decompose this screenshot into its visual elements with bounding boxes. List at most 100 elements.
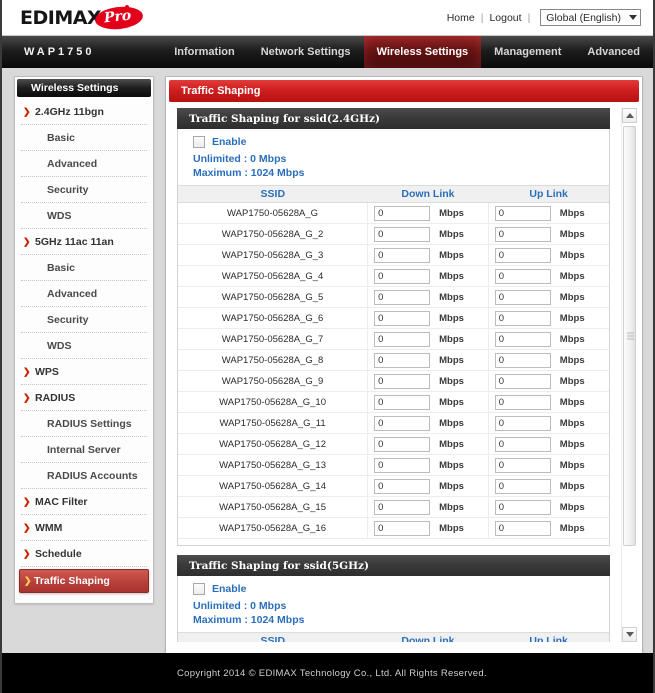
down-link-cell: 0 Mbps	[367, 517, 489, 539]
table-header-row: SSID Down Link Up Link	[178, 185, 609, 203]
logo-pro-text: Pro	[103, 7, 133, 27]
nav-item-information[interactable]: Information	[161, 36, 248, 68]
sidebar-item-label: WMM	[35, 521, 63, 534]
sidebar-item-wps[interactable]: ❯ WPS	[21, 359, 147, 385]
scroll-down-button[interactable]	[622, 627, 637, 642]
unit-label: Mbps	[559, 501, 585, 513]
edimax-pro-logo: EDIMAX Pro	[20, 4, 145, 32]
down-link-input[interactable]: 0	[374, 394, 431, 410]
up-link-input[interactable]: 0	[494, 457, 551, 473]
up-link-input[interactable]: 0	[494, 394, 551, 410]
up-link-input[interactable]: 0	[494, 415, 551, 431]
up-link-input[interactable]: 0	[494, 205, 551, 221]
sidebar-title: Wireless Settings	[17, 79, 151, 97]
down-link-input[interactable]: 0	[374, 520, 431, 536]
sidebar-item-label: Internal Server	[47, 443, 121, 456]
sidebar-item-wds[interactable]: WDS	[21, 333, 147, 359]
sidebar-item-wds[interactable]: WDS	[21, 203, 147, 229]
sidebar-item-label: Traffic Shaping	[34, 575, 110, 587]
down-link-input[interactable]: 0	[374, 478, 431, 494]
main-navigation: WAP1750 Information Network Settings Wir…	[2, 36, 653, 68]
header-links: Home | Logout | Global (English)	[447, 9, 641, 26]
chevron-right-icon: ❯	[24, 575, 32, 586]
chevron-right-icon: ❯	[23, 236, 31, 246]
enable-checkbox[interactable]	[193, 136, 205, 148]
logout-link[interactable]: Logout	[489, 12, 521, 24]
down-link-input[interactable]: 0	[374, 268, 431, 284]
sidebar-item-radius-settings[interactable]: RADIUS Settings	[21, 411, 147, 437]
sidebar-item-internal-server[interactable]: Internal Server	[21, 437, 147, 463]
up-link-input[interactable]: 0	[494, 310, 551, 326]
sidebar-item-label: RADIUS Settings	[47, 417, 132, 430]
enable-checkbox[interactable]	[193, 583, 205, 595]
table-row: WAP1750-05628A_G_13 0 Mbps 0 Mbps	[178, 454, 609, 476]
up-link-input[interactable]: 0	[494, 373, 551, 389]
unit-label: Mbps	[559, 417, 585, 429]
sidebar-item-advanced[interactable]: Advanced	[21, 281, 147, 307]
up-link-input[interactable]: 0	[494, 436, 551, 452]
sidebar-item-traffic-shaping[interactable]: ❯ Traffic Shaping	[19, 569, 149, 593]
down-link-input[interactable]: 0	[374, 247, 431, 263]
chevron-right-icon: ❯	[23, 548, 31, 558]
unit-label: Mbps	[559, 249, 585, 261]
vertical-scrollbar[interactable]	[621, 108, 637, 642]
home-link[interactable]: Home	[447, 12, 475, 24]
down-link-input[interactable]: 0	[374, 310, 431, 326]
sidebar-item-wmm[interactable]: ❯ WMM	[21, 515, 147, 541]
down-link-cell: 0 Mbps	[367, 307, 489, 329]
sidebar-item-mac-filter[interactable]: ❯ MAC Filter	[21, 489, 147, 515]
down-link-input[interactable]: 0	[374, 289, 431, 305]
down-link-input[interactable]: 0	[374, 331, 431, 347]
nav-item-wireless-settings[interactable]: Wireless Settings	[363, 36, 482, 68]
unit-label: Mbps	[439, 228, 464, 240]
sidebar-item-advanced[interactable]: Advanced	[21, 151, 147, 177]
sidebar-item-security[interactable]: Security	[21, 307, 147, 333]
unit-label: Mbps	[559, 480, 585, 492]
sidebar-item-security[interactable]: Security	[21, 177, 147, 203]
down-link-input[interactable]: 0	[374, 436, 431, 452]
browser-page: EDIMAX Pro Home | Logout | Global (Engli…	[0, 0, 655, 693]
down-link-input[interactable]: 0	[374, 373, 431, 389]
chevron-right-icon: ❯	[23, 522, 31, 532]
nav-item-advanced[interactable]: Advanced	[574, 36, 653, 68]
sidebar-item-radius-accounts[interactable]: RADIUS Accounts	[21, 463, 147, 489]
up-link-input[interactable]: 0	[494, 226, 551, 242]
scrollbar-thumb[interactable]	[623, 126, 636, 546]
language-select-value: Global (English)	[546, 11, 621, 24]
up-link-input[interactable]: 0	[494, 520, 551, 536]
down-link-input[interactable]: 0	[374, 205, 431, 221]
language-select[interactable]: Global (English)	[540, 9, 641, 26]
up-link-input[interactable]: 0	[494, 289, 551, 305]
sidebar-item-basic[interactable]: Basic	[21, 255, 147, 281]
sidebar-item-schedule[interactable]: ❯ Schedule	[21, 541, 147, 567]
down-link-cell: 0 Mbps	[367, 496, 489, 518]
unit-label: Mbps	[439, 480, 464, 492]
up-link-input[interactable]: 0	[494, 331, 551, 347]
chevron-right-icon: ❯	[23, 106, 31, 116]
up-link-input[interactable]: 0	[494, 352, 551, 368]
sidebar-item-basic[interactable]: Basic	[21, 125, 147, 151]
enable-label: Enable	[212, 136, 247, 148]
nav-item-network-settings[interactable]: Network Settings	[248, 36, 364, 68]
down-link-input[interactable]: 0	[374, 499, 431, 515]
unit-label: Mbps	[439, 417, 464, 429]
chevron-down-icon	[629, 15, 637, 20]
down-link-input[interactable]: 0	[374, 415, 431, 431]
sidebar-item-2-4ghz-11bgn[interactable]: ❯ 2.4GHz 11bgn	[21, 99, 147, 125]
down-link-input[interactable]: 0	[374, 352, 431, 368]
down-link-input[interactable]: 0	[374, 226, 431, 242]
nav-item-management[interactable]: Management	[481, 36, 574, 68]
table-row: WAP1750-05628A_G_3 0 Mbps 0 Mbps	[178, 244, 609, 266]
content-body: Traffic Shaping for ssid(2.4GHz) Enable Un…	[169, 105, 639, 648]
ssid-cell: WAP1750-05628A_G_14	[178, 475, 369, 497]
ssid-cell: WAP1750-05628A_G_15	[178, 496, 369, 518]
sidebar-item-radius[interactable]: ❯ RADIUS	[21, 385, 147, 411]
sidebar-item-label: Security	[47, 313, 89, 326]
up-link-input[interactable]: 0	[494, 268, 551, 284]
up-link-input[interactable]: 0	[494, 478, 551, 494]
down-link-input[interactable]: 0	[374, 457, 431, 473]
scroll-up-button[interactable]	[622, 108, 637, 123]
up-link-input[interactable]: 0	[494, 247, 551, 263]
sidebar-item-5ghz-11ac-11an[interactable]: ❯ 5GHz 11ac 11an	[21, 229, 147, 255]
up-link-input[interactable]: 0	[494, 499, 551, 515]
